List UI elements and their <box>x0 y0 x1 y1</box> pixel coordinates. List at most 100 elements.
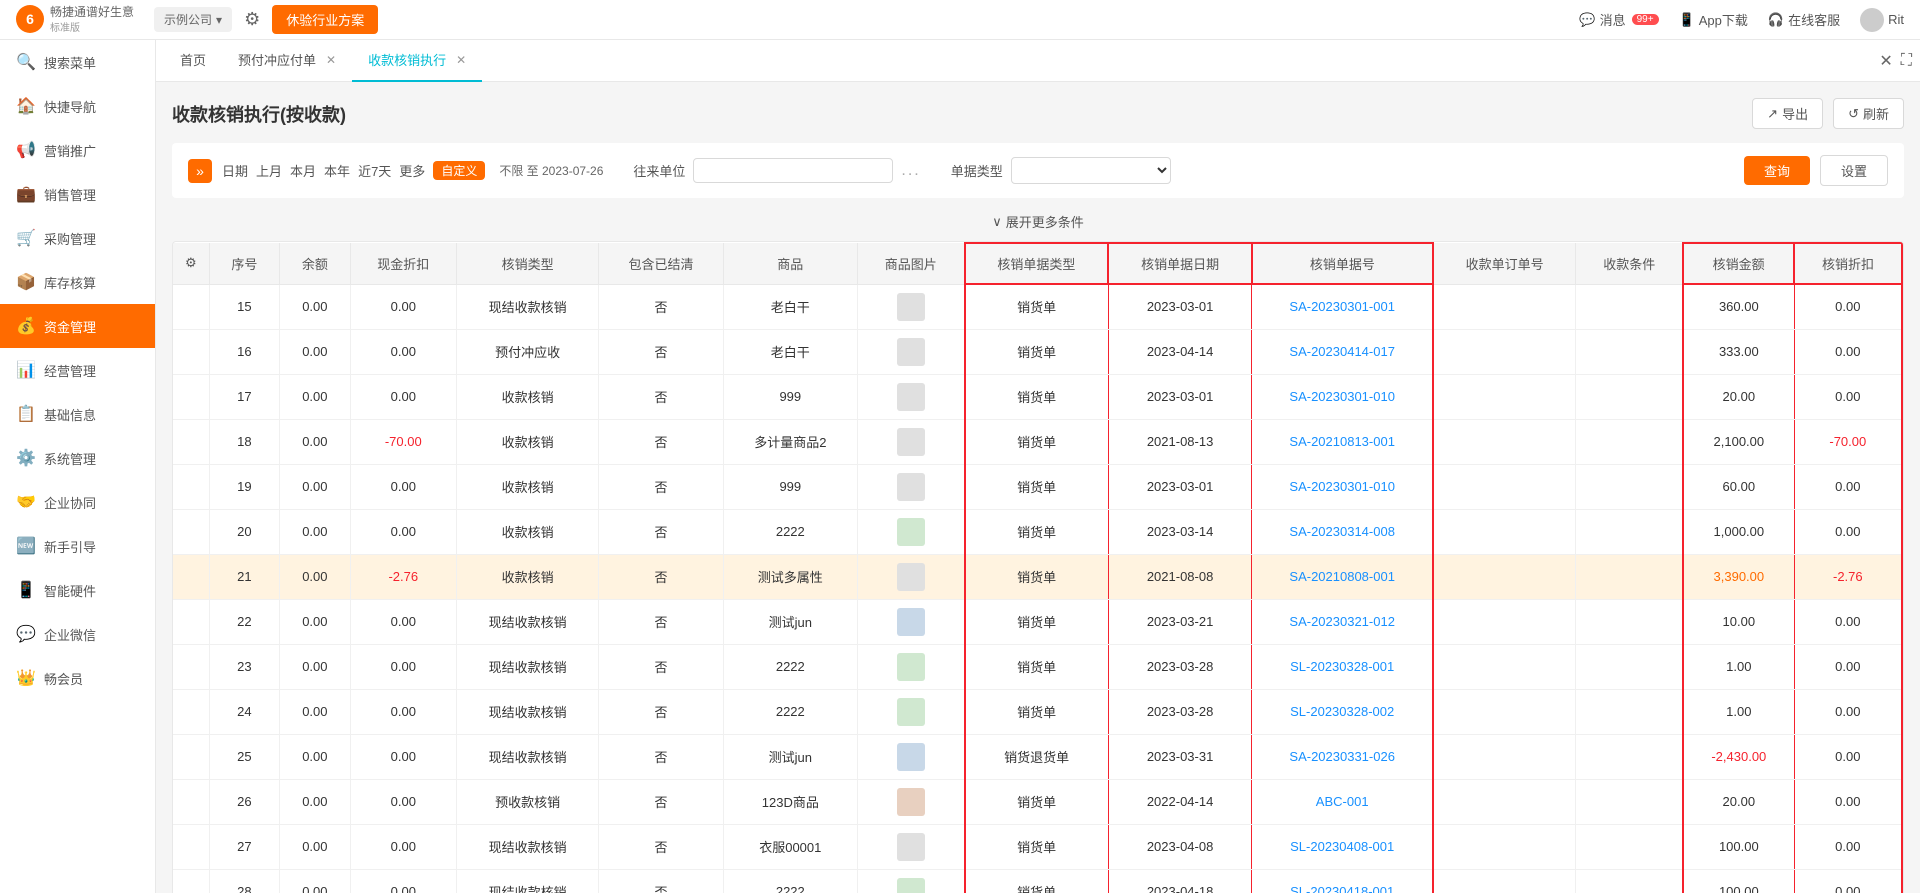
cell-balance: 0.00 <box>280 824 350 869</box>
cell-include-settled: 否 <box>599 554 723 599</box>
bill-no-link[interactable]: ABC-001 <box>1316 794 1369 809</box>
cell-gear <box>173 689 209 734</box>
maximize-tab-btn[interactable]: ⛶ <box>1901 51 1912 71</box>
cell-balance: 0.00 <box>280 329 350 374</box>
table-row: 16 0.00 0.00 预付冲应收 否 老白干 销货单 2023-04-14 … <box>173 329 1902 374</box>
sidebar-item-operations[interactable]: 📊 经营管理 <box>0 348 155 392</box>
cell-offset-type: 现结收款核销 <box>456 599 598 644</box>
bill-no-link[interactable]: SA-20230314-008 <box>1289 524 1395 539</box>
export-btn[interactable]: ↗ 导出 <box>1752 98 1823 129</box>
cell-offset-bill-type: 销货单 <box>965 284 1109 329</box>
cell-offset-bill-no: SL-20230328-001 <box>1252 644 1433 689</box>
bill-no-link[interactable]: SL-20230328-001 <box>1290 659 1394 674</box>
close-receipt-tab-icon[interactable]: ✕ <box>456 53 466 67</box>
this-month-link[interactable]: 本月 <box>290 161 316 180</box>
bill-no-link[interactable]: SA-20230321-012 <box>1289 614 1395 629</box>
cell-offset-bill-type: 销货单 <box>965 374 1109 419</box>
receipt-type-select[interactable] <box>1011 157 1171 184</box>
cell-include-settled: 否 <box>599 509 723 554</box>
sidebar-item-purchase[interactable]: 🛒 采购管理 <box>0 216 155 260</box>
app-icon: 📱 <box>1679 12 1695 28</box>
table-row: 26 0.00 0.00 预收款核销 否 123D商品 销货单 2022-04-… <box>173 779 1902 824</box>
sidebar-item-smart-hw[interactable]: 📱 智能硬件 <box>0 568 155 612</box>
cell-offset-bill-date: 2023-03-01 <box>1108 464 1252 509</box>
product-image <box>897 428 925 456</box>
cell-product: 多计量商品2 <box>723 419 857 464</box>
cell-receipt-terms <box>1576 509 1683 554</box>
cell-receipt-order-no <box>1433 734 1576 779</box>
cell-offset-type: 现结收款核销 <box>456 689 598 734</box>
sidebar-item-collab[interactable]: 🤝 企业协同 <box>0 480 155 524</box>
this-year-link[interactable]: 本年 <box>324 161 350 180</box>
tab-prepay-offset[interactable]: 预付冲应付单 ✕ <box>222 40 352 82</box>
cell-product: 2222 <box>723 509 857 554</box>
sidebar-item-quick-nav[interactable]: 🏠 快捷导航 <box>0 84 155 128</box>
bill-no-link[interactable]: SL-20230418-001 <box>1290 884 1394 893</box>
app-download-btn[interactable]: 📱 App下载 <box>1679 10 1748 29</box>
cell-offset-bill-no: SA-20230414-017 <box>1252 329 1433 374</box>
product-image <box>897 743 925 771</box>
cell-receipt-order-no <box>1433 689 1576 734</box>
sidebar-item-search-menu[interactable]: 🔍 搜索菜单 <box>0 40 155 84</box>
sidebar-item-inventory[interactable]: 📦 库存核算 <box>0 260 155 304</box>
bill-no-link[interactable]: SA-20230301-010 <box>1289 479 1395 494</box>
bill-no-link[interactable]: SA-20210813-001 <box>1289 434 1395 449</box>
filter-settings-btn[interactable]: 设置 <box>1820 155 1888 186</box>
expand-more-btn[interactable]: ∨ 展开更多条件 <box>988 208 1088 235</box>
cell-gear <box>173 599 209 644</box>
company-selector[interactable]: 示例公司 ▾ <box>154 7 232 32</box>
online-service-btn[interactable]: 🎧 在线客服 <box>1768 10 1840 29</box>
cell-balance: 0.00 <box>280 689 350 734</box>
bill-no-link[interactable]: SA-20230301-001 <box>1289 299 1395 314</box>
last-month-link[interactable]: 上月 <box>256 161 282 180</box>
bill-no-link[interactable]: SA-20230414-017 <box>1289 344 1395 359</box>
custom-btn[interactable]: 自定义 <box>433 161 485 180</box>
cell-gear <box>173 419 209 464</box>
sidebar-item-guide[interactable]: 🆕 新手引导 <box>0 524 155 568</box>
cell-offset-bill-no: SA-20210813-001 <box>1252 419 1433 464</box>
sidebar-item-sales[interactable]: 💼 销售管理 <box>0 172 155 216</box>
more-link[interactable]: 更多 <box>399 161 425 180</box>
query-btn[interactable]: 查询 <box>1744 156 1810 185</box>
sidebar-item-wechat[interactable]: 💬 企业微信 <box>0 612 155 656</box>
message-btn[interactable]: 💬 消息 99+ <box>1579 10 1658 29</box>
refresh-btn[interactable]: ↺ 刷新 <box>1833 98 1904 129</box>
close-tab-btn[interactable]: ✕ <box>1879 51 1892 71</box>
user-info[interactable]: Rit <box>1860 8 1904 32</box>
cell-cash-discount: -2.76 <box>350 554 456 599</box>
cell-receipt-terms <box>1576 374 1683 419</box>
cell-receipt-terms <box>1576 599 1683 644</box>
filter-expand-btn[interactable]: » <box>188 159 212 183</box>
tab-receipt-offset[interactable]: 收款核销执行 ✕ <box>352 40 482 82</box>
cell-offset-discount: 0.00 <box>1794 599 1902 644</box>
industry-btn[interactable]: 休验行业方案 <box>272 5 378 34</box>
bill-no-link[interactable]: SA-20210808-001 <box>1289 569 1395 584</box>
settings-gear-icon[interactable]: ⚙ <box>244 9 260 30</box>
table-row: 15 0.00 0.00 现结收款核销 否 老白干 销货单 2023-03-01… <box>173 284 1902 329</box>
close-prepay-tab-icon[interactable]: ✕ <box>326 53 336 67</box>
bill-no-link[interactable]: SL-20230408-001 <box>1290 839 1394 854</box>
sidebar-item-vip[interactable]: 👑 畅会员 <box>0 656 155 700</box>
cell-offset-discount: 0.00 <box>1794 689 1902 734</box>
sidebar-item-basic-info[interactable]: 📋 基础信息 <box>0 392 155 436</box>
cell-product: 测试jun <box>723 734 857 779</box>
table-row: 28 0.00 0.00 现结收款核销 否 2222 销货单 2023-04-1… <box>173 869 1902 893</box>
cell-product: 测试jun <box>723 599 857 644</box>
sidebar-item-finance[interactable]: 💰 资金管理 <box>0 304 155 348</box>
sidebar-item-system[interactable]: ⚙️ 系统管理 <box>0 436 155 480</box>
col-gear[interactable]: ⚙ <box>173 243 209 284</box>
tab-home[interactable]: 首页 <box>164 40 222 82</box>
bill-no-link[interactable]: SA-20230301-010 <box>1289 389 1395 404</box>
search-icon: 🔍 <box>16 52 36 72</box>
last7-link[interactable]: 近7天 <box>358 161 391 180</box>
bill-no-link[interactable]: SA-20230331-026 <box>1289 749 1395 764</box>
cell-offset-bill-date: 2021-08-13 <box>1108 419 1252 464</box>
cell-offset-bill-date: 2023-04-08 <box>1108 824 1252 869</box>
cell-offset-amount: 100.00 <box>1683 824 1794 869</box>
bill-no-link[interactable]: SL-20230328-002 <box>1290 704 1394 719</box>
cell-offset-discount: 0.00 <box>1794 329 1902 374</box>
sidebar-item-marketing[interactable]: 📢 营销推广 <box>0 128 155 172</box>
from-unit-input[interactable] <box>693 158 893 183</box>
cell-offset-bill-no: SA-20230301-010 <box>1252 464 1433 509</box>
cell-seq: 25 <box>209 734 279 779</box>
